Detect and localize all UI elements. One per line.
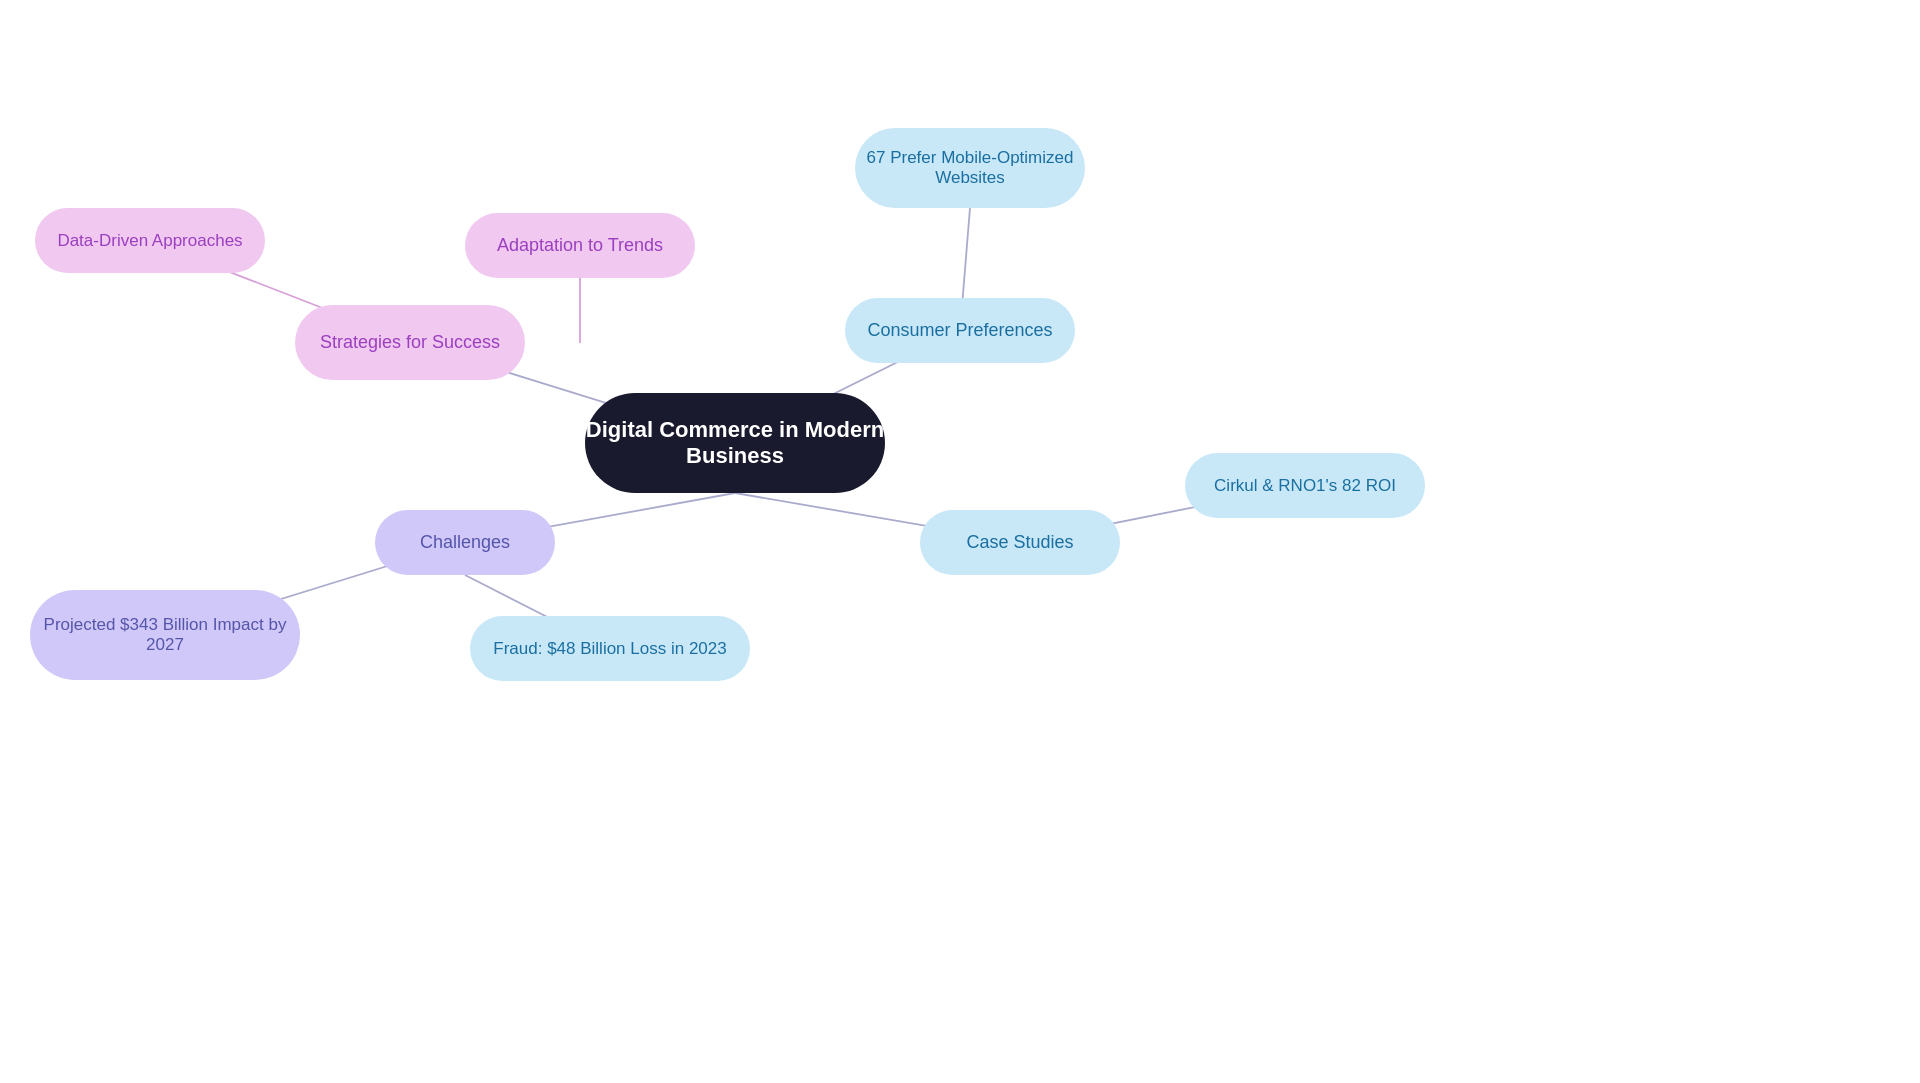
data-driven-label: Data-Driven Approaches xyxy=(57,231,242,251)
strategies-label: Strategies for Success xyxy=(320,332,500,353)
challenges-label: Challenges xyxy=(420,532,510,553)
adaptation-node: Adaptation to Trends xyxy=(465,213,695,278)
consumer-label: Consumer Preferences xyxy=(867,320,1052,341)
strategies-node: Strategies for Success xyxy=(295,305,525,380)
mobile-node: 67 Prefer Mobile-Optimized Websites xyxy=(855,128,1085,208)
case-studies-node: Case Studies xyxy=(920,510,1120,575)
case-studies-label: Case Studies xyxy=(966,532,1073,553)
center-node: Digital Commerce in Modern Business xyxy=(585,393,885,493)
cirkul-node: Cirkul & RNO1's 82 ROI xyxy=(1185,453,1425,518)
fraud-label: Fraud: $48 Billion Loss in 2023 xyxy=(493,639,726,659)
challenges-node: Challenges xyxy=(375,510,555,575)
projected-label: Projected $343 Billion Impact by 2027 xyxy=(30,615,300,655)
cirkul-label: Cirkul & RNO1's 82 ROI xyxy=(1214,476,1396,496)
consumer-node: Consumer Preferences xyxy=(845,298,1075,363)
fraud-node: Fraud: $48 Billion Loss in 2023 xyxy=(470,616,750,681)
adaptation-label: Adaptation to Trends xyxy=(497,235,663,256)
mobile-label: 67 Prefer Mobile-Optimized Websites xyxy=(855,148,1085,188)
projected-node: Projected $343 Billion Impact by 2027 xyxy=(30,590,300,680)
center-label: Digital Commerce in Modern Business xyxy=(586,417,884,469)
data-driven-node: Data-Driven Approaches xyxy=(35,208,265,273)
